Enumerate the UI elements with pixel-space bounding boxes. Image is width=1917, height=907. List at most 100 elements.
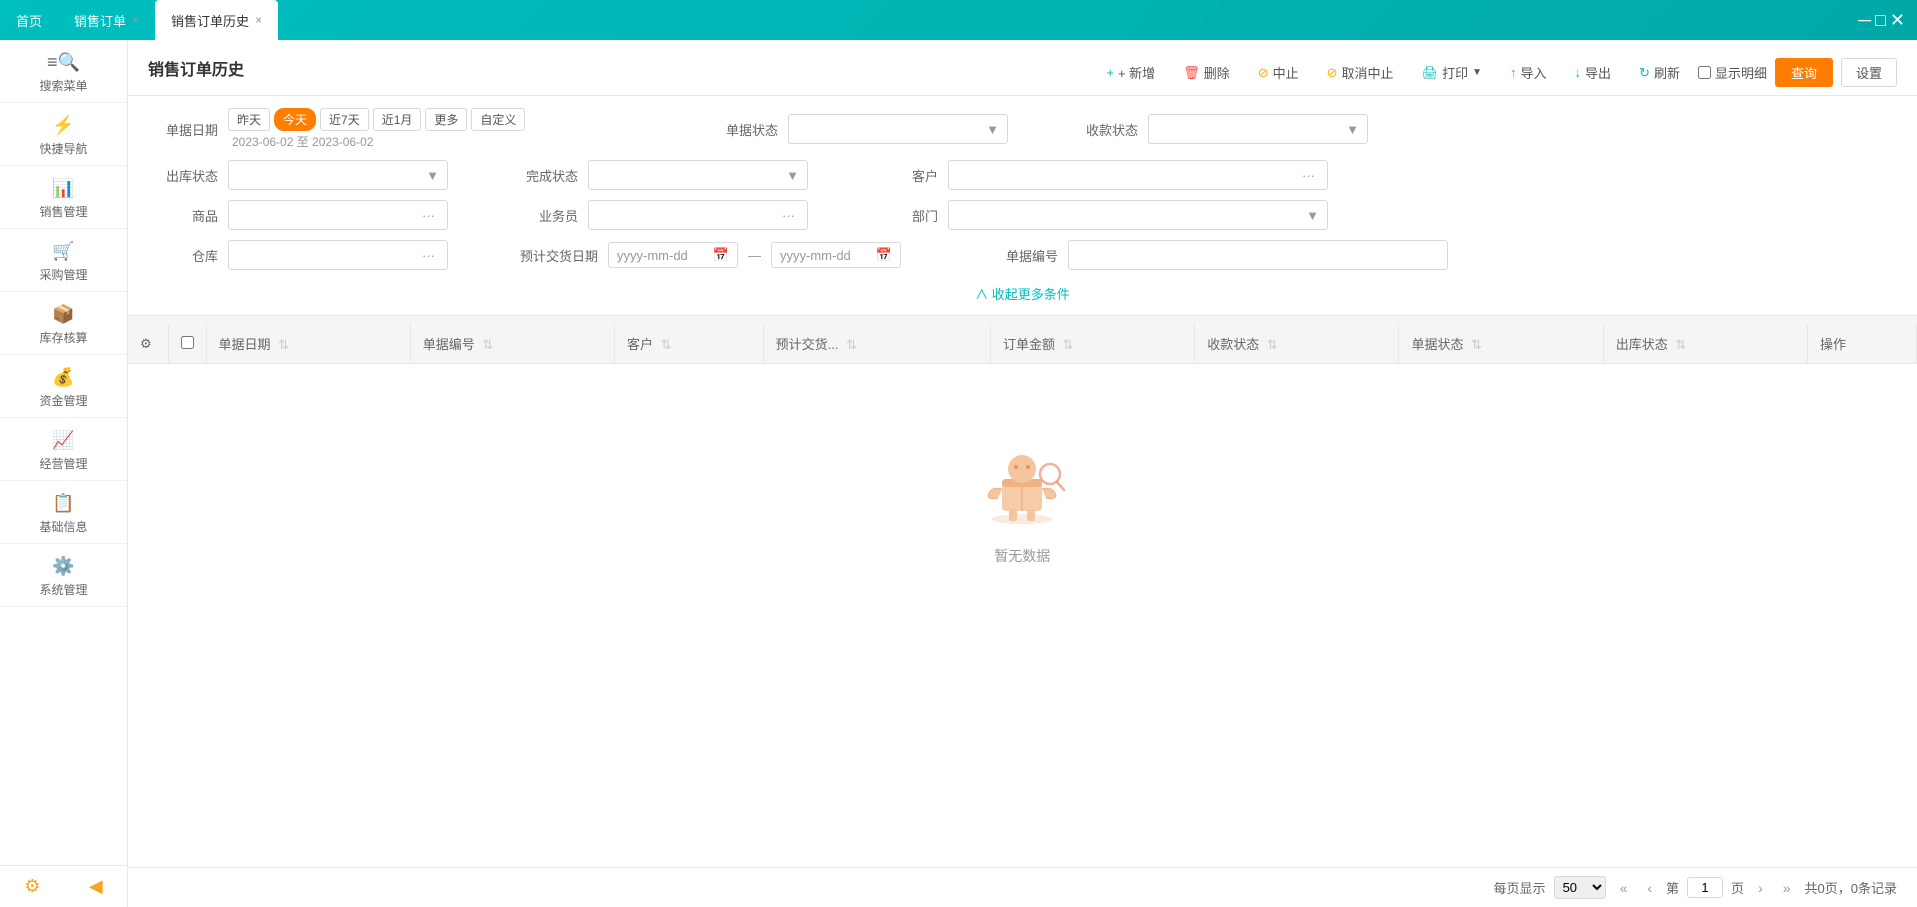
calendar-from-icon[interactable]: 📅: [713, 247, 729, 263]
sidebar-item-basic-info-label: 基础信息: [39, 518, 87, 535]
th-bill-date[interactable]: 单据日期 ⇅: [206, 324, 410, 364]
dept-select[interactable]: ▼: [948, 200, 1328, 230]
export-label: 导出: [1585, 63, 1611, 82]
th-outstock-status[interactable]: 出库状态 ⇅: [1603, 324, 1807, 364]
sidebar-item-sales-mgmt[interactable]: 📊 销售管理: [0, 166, 127, 229]
tab-sales-order-history-close[interactable]: ×: [255, 13, 262, 27]
bill-status-select[interactable]: ▼: [788, 114, 1008, 144]
customer-dots-icon[interactable]: ···: [1298, 168, 1319, 183]
collapse-label: ∧ 收起更多条件: [975, 287, 1070, 302]
outstock-arrow-icon: ▼: [426, 168, 439, 183]
cancel-stop-button[interactable]: ⊘ 取消中止: [1317, 59, 1404, 86]
complete-status-select[interactable]: ▼: [588, 160, 808, 190]
export-button[interactable]: ↓ 导出: [1565, 59, 1622, 86]
th-checkbox[interactable]: [168, 324, 206, 364]
sidebar-item-search-menu[interactable]: ≡🔍 搜索菜单: [0, 40, 127, 103]
salesman-dots-icon[interactable]: ···: [778, 208, 799, 223]
date-btn-last7[interactable]: 近7天: [320, 108, 369, 131]
sidebar-item-inventory-check[interactable]: 📦 库存核算: [0, 292, 127, 355]
filter-row-4: 仓库 ··· 预计交货日期 yyyy-mm-dd 📅 — yyyy-mm-d: [148, 240, 1897, 270]
warehouse-select[interactable]: ···: [228, 240, 448, 270]
sidebar-item-quick-nav[interactable]: ⚡ 快捷导航: [0, 103, 127, 166]
product-control: ···: [228, 200, 448, 230]
query-button[interactable]: 查询: [1775, 58, 1833, 87]
th-delivery-date-label: 预计交货...: [776, 337, 839, 352]
refresh-label: 刷新: [1654, 63, 1680, 82]
delivery-date-to[interactable]: yyyy-mm-dd 📅: [771, 242, 901, 268]
th-bill-status[interactable]: 单据状态 ⇅: [1399, 324, 1603, 364]
print-arrow-icon: ▼: [1472, 67, 1482, 78]
bill-no-control: [1068, 240, 1448, 270]
sidebar-collapse-icon[interactable]: ◀: [89, 876, 103, 897]
add-icon: +: [1106, 65, 1114, 80]
page-label: 第: [1666, 878, 1679, 897]
bill-status-control: ▼: [788, 114, 1008, 144]
date-btn-today[interactable]: 今天: [274, 108, 316, 131]
date-btn-yesterday[interactable]: 昨天: [228, 108, 270, 131]
bill-no-input[interactable]: [1068, 240, 1448, 270]
display-toggle-checkbox[interactable]: [1698, 66, 1711, 79]
sidebar-item-basic-info[interactable]: 📋 基础信息: [0, 481, 127, 544]
date-btn-custom[interactable]: 自定义: [471, 108, 525, 131]
salesman-label: 业务员: [508, 206, 588, 225]
product-select[interactable]: ···: [228, 200, 448, 230]
prev-page-button[interactable]: ‹: [1641, 878, 1658, 898]
table-container: ⚙ 单据日期 ⇅ 单据编号 ⇅ 客户: [128, 324, 1917, 867]
date-btn-more[interactable]: 更多: [425, 108, 467, 131]
outstock-control: ▼: [228, 160, 448, 190]
sidebar-settings-icon[interactable]: ⚙: [24, 876, 40, 897]
tab-sales-order-close[interactable]: ×: [132, 13, 139, 27]
sidebar-item-purchase-mgmt[interactable]: 🛒 采购管理: [0, 229, 127, 292]
th-bill-no[interactable]: 单据编号 ⇅: [410, 324, 614, 364]
first-page-button[interactable]: «: [1614, 878, 1634, 898]
next-page-button[interactable]: ›: [1752, 878, 1769, 898]
bill-status-label: 单据状态: [708, 120, 788, 139]
sort-bill-status-icon: ⇅: [1471, 337, 1482, 352]
customer-select[interactable]: ···: [948, 160, 1328, 190]
date-separator: —: [744, 248, 765, 263]
th-delivery-date[interactable]: 预计交货... ⇅: [763, 324, 990, 364]
sidebar-item-business-mgmt[interactable]: 📈 经营管理: [0, 418, 127, 481]
last-page-button[interactable]: »: [1777, 878, 1797, 898]
display-toggle[interactable]: 显示明细: [1698, 63, 1767, 82]
th-setting[interactable]: ⚙: [128, 324, 168, 364]
sidebar-item-capital-mgmt-label: 资金管理: [39, 392, 87, 409]
print-icon: 🖨: [1422, 65, 1439, 81]
date-btn-last1m[interactable]: 近1月: [373, 108, 422, 131]
refresh-button[interactable]: ↻ 刷新: [1629, 59, 1690, 86]
page-number-input[interactable]: [1687, 877, 1723, 898]
setting-button[interactable]: 设置: [1841, 58, 1897, 87]
select-all-checkbox[interactable]: [181, 336, 194, 349]
print-label: 打印: [1442, 63, 1468, 82]
th-payment-status[interactable]: 收款状态 ⇅: [1195, 324, 1399, 364]
outstock-status-select[interactable]: ▼: [228, 160, 448, 190]
tab-home[interactable]: 首页: [0, 0, 58, 40]
salesman-select[interactable]: ···: [588, 200, 808, 230]
sidebar-item-capital-mgmt[interactable]: 💰 资金管理: [0, 355, 127, 418]
collapse-bar[interactable]: ∧ 收起更多条件: [148, 280, 1897, 303]
th-customer[interactable]: 客户 ⇅: [614, 324, 763, 364]
th-bill-date-label: 单据日期: [219, 337, 271, 352]
add-button[interactable]: + + 新增: [1096, 59, 1165, 86]
page-size-select[interactable]: 50 10 20 100: [1554, 876, 1606, 899]
calendar-to-icon[interactable]: 📅: [876, 247, 892, 263]
bill-status-arrow-icon: ▼: [986, 122, 999, 137]
minimize-icon[interactable]: ─: [1858, 10, 1871, 31]
print-button[interactable]: 🖨 打印 ▼: [1412, 59, 1492, 86]
close-window-icon[interactable]: ✕: [1890, 10, 1905, 31]
delivery-date-label: 预计交货日期: [508, 246, 608, 265]
delivery-date-from[interactable]: yyyy-mm-dd 📅: [608, 242, 738, 268]
content-area: 销售订单历史 + + 新增 🗑 删除 ⊘ 中止 ⊘: [128, 40, 1917, 907]
tab-sales-order[interactable]: 销售订单 ×: [58, 0, 155, 40]
th-outstock-status-label: 出库状态: [1616, 337, 1668, 352]
th-order-amount[interactable]: 订单金额 ⇅: [991, 324, 1195, 364]
product-dots-icon[interactable]: ···: [418, 208, 439, 223]
maximize-icon[interactable]: □: [1875, 10, 1886, 31]
warehouse-dots-icon[interactable]: ···: [418, 248, 439, 263]
stop-button[interactable]: ⊘ 中止: [1248, 59, 1309, 86]
import-button[interactable]: ↑ 导入: [1500, 59, 1557, 86]
delete-button[interactable]: 🗑 删除: [1173, 59, 1240, 86]
payment-status-select[interactable]: ▼: [1148, 114, 1368, 144]
tab-sales-order-history[interactable]: 销售订单历史 ×: [155, 0, 278, 40]
sidebar-item-system-mgmt[interactable]: ⚙️ 系统管理: [0, 544, 127, 607]
